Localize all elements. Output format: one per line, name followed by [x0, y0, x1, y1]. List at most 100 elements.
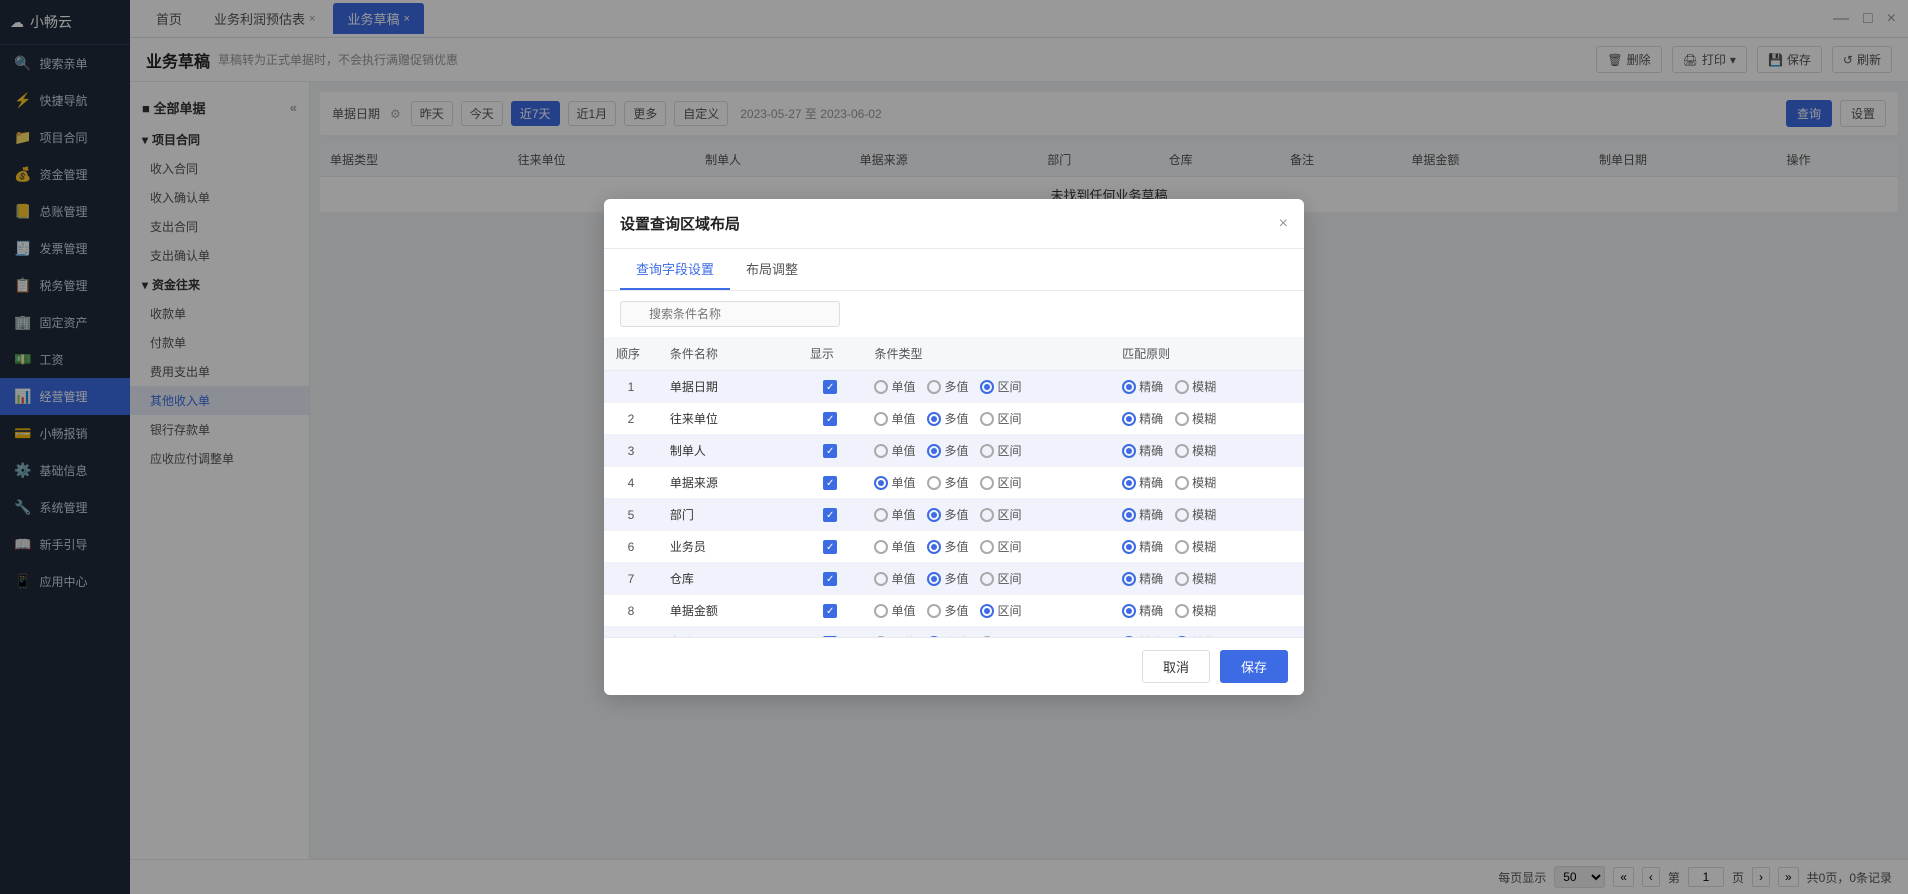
row-match[interactable]: 精确模糊 [1110, 371, 1304, 403]
row-match[interactable]: 精确模糊 [1110, 563, 1304, 595]
row-type[interactable]: 单值多值区间 [862, 403, 1110, 435]
row-type-multi[interactable]: 多值 [927, 538, 968, 555]
row-type-multi[interactable]: 多值 [927, 506, 968, 523]
row-name: 单据来源 [658, 467, 798, 499]
row-match-exact[interactable]: 精确 [1122, 570, 1163, 587]
modal-tab-layout[interactable]: 布局调整 [730, 249, 814, 290]
row-match-exact[interactable]: 精确 [1122, 538, 1163, 555]
row-show-checkbox[interactable]: ✓ [798, 627, 863, 638]
col-header-type: 条件类型 [862, 337, 1110, 371]
modal-close-button[interactable]: × [1279, 215, 1288, 233]
row-match[interactable]: 精确模糊 [1110, 531, 1304, 563]
settings-table-row: 4单据来源✓单值多值区间精确模糊 [604, 467, 1304, 499]
settings-table-row: 8单据金额✓单值多值区间精确模糊 [604, 595, 1304, 627]
row-match[interactable]: 精确模糊 [1110, 403, 1304, 435]
row-match-fuzzy[interactable]: 模糊 [1175, 410, 1216, 427]
row-match-exact[interactable]: 精确 [1122, 602, 1163, 619]
row-match-fuzzy[interactable]: 模糊 [1175, 378, 1216, 395]
row-type-multi[interactable]: 多值 [927, 410, 968, 427]
row-type-single[interactable]: 单值 [874, 602, 915, 619]
row-type-multi[interactable]: 多值 [927, 442, 968, 459]
row-show-checkbox[interactable]: ✓ [798, 403, 863, 435]
row-order: 4 [604, 467, 658, 499]
row-type-multi[interactable]: 多值 [927, 602, 968, 619]
col-header-name: 条件名称 [658, 337, 798, 371]
row-show-checkbox[interactable]: ✓ [798, 435, 863, 467]
settings-table: 顺序 条件名称 显示 条件类型 匹配原则 1单据日期✓单值多值区间精确模糊2往来… [604, 337, 1304, 637]
modal-search-wrap: 🔍 [620, 301, 840, 327]
settings-table-row: 9备注✓单值多值区间精确模糊 [604, 627, 1304, 638]
row-type-single[interactable]: 单值 [874, 570, 915, 587]
row-type[interactable]: 单值多值区间 [862, 371, 1110, 403]
row-type-range[interactable]: 区间 [980, 474, 1021, 491]
row-type-range[interactable]: 区间 [980, 570, 1021, 587]
row-match-exact[interactable]: 精确 [1122, 506, 1163, 523]
row-type[interactable]: 单值多值区间 [862, 435, 1110, 467]
row-type-single[interactable]: 单值 [874, 410, 915, 427]
row-type-range[interactable]: 区间 [980, 442, 1021, 459]
row-match-fuzzy[interactable]: 模糊 [1175, 442, 1216, 459]
row-match-fuzzy[interactable]: 模糊 [1175, 602, 1216, 619]
row-name: 备注 [658, 627, 798, 638]
modal-title: 设置查询区域布局 [620, 213, 740, 234]
modal-search-input[interactable] [620, 301, 840, 327]
row-type[interactable]: 单值多值区间 [862, 467, 1110, 499]
row-type-single[interactable]: 单值 [874, 378, 915, 395]
row-match[interactable]: 精确模糊 [1110, 499, 1304, 531]
row-type[interactable]: 单值多值区间 [862, 531, 1110, 563]
row-show-checkbox[interactable]: ✓ [798, 531, 863, 563]
row-name: 仓库 [658, 563, 798, 595]
row-show-checkbox[interactable]: ✓ [798, 595, 863, 627]
row-show-checkbox[interactable]: ✓ [798, 371, 863, 403]
row-type-range[interactable]: 区间 [980, 602, 1021, 619]
row-name: 往来单位 [658, 403, 798, 435]
row-type[interactable]: 单值多值区间 [862, 595, 1110, 627]
row-type[interactable]: 单值多值区间 [862, 563, 1110, 595]
row-match-fuzzy[interactable]: 模糊 [1175, 538, 1216, 555]
row-match-fuzzy[interactable]: 模糊 [1175, 506, 1216, 523]
row-match[interactable]: 精确模糊 [1110, 627, 1304, 638]
row-match[interactable]: 精确模糊 [1110, 467, 1304, 499]
modal-body: 查询字段设置 布局调整 🔍 顺序 条 [604, 249, 1304, 637]
row-type-multi[interactable]: 多值 [927, 570, 968, 587]
row-type-single[interactable]: 单值 [874, 442, 915, 459]
row-match-exact[interactable]: 精确 [1122, 442, 1163, 459]
settings-table-header: 顺序 条件名称 显示 条件类型 匹配原则 [604, 337, 1304, 371]
row-match-fuzzy[interactable]: 模糊 [1175, 570, 1216, 587]
row-type-multi[interactable]: 多值 [927, 378, 968, 395]
row-name: 单据金额 [658, 595, 798, 627]
modal-tab-query-fields[interactable]: 查询字段设置 [620, 249, 730, 290]
row-type-single[interactable]: 单值 [874, 506, 915, 523]
row-match-exact[interactable]: 精确 [1122, 474, 1163, 491]
row-type[interactable]: 单值多值区间 [862, 499, 1110, 531]
row-type-single[interactable]: 单值 [874, 538, 915, 555]
modal-save-button[interactable]: 保存 [1220, 650, 1288, 683]
row-name: 部门 [658, 499, 798, 531]
row-type-range[interactable]: 区间 [980, 378, 1021, 395]
row-match-fuzzy[interactable]: 模糊 [1175, 474, 1216, 491]
row-type-range[interactable]: 区间 [980, 506, 1021, 523]
row-show-checkbox[interactable]: ✓ [798, 467, 863, 499]
row-match[interactable]: 精确模糊 [1110, 595, 1304, 627]
row-match[interactable]: 精确模糊 [1110, 435, 1304, 467]
row-order: 1 [604, 371, 658, 403]
row-type[interactable]: 单值多值区间 [862, 627, 1110, 638]
modal-header: 设置查询区域布局 × [604, 199, 1304, 249]
settings-table-row: 2往来单位✓单值多值区间精确模糊 [604, 403, 1304, 435]
row-name: 制单人 [658, 435, 798, 467]
row-type-range[interactable]: 区间 [980, 410, 1021, 427]
row-type-range[interactable]: 区间 [980, 538, 1021, 555]
modal-cancel-button[interactable]: 取消 [1142, 650, 1210, 683]
settings-scroll: 顺序 条件名称 显示 条件类型 匹配原则 1单据日期✓单值多值区间精确模糊2往来… [604, 337, 1304, 637]
row-order: 2 [604, 403, 658, 435]
row-type-single[interactable]: 单值 [874, 474, 915, 491]
row-order: 5 [604, 499, 658, 531]
modal-search-area: 🔍 [604, 291, 1304, 337]
row-show-checkbox[interactable]: ✓ [798, 499, 863, 531]
row-match-exact[interactable]: 精确 [1122, 410, 1163, 427]
row-type-multi[interactable]: 多值 [927, 474, 968, 491]
row-order: 9 [604, 627, 658, 638]
row-order: 6 [604, 531, 658, 563]
row-show-checkbox[interactable]: ✓ [798, 563, 863, 595]
row-match-exact[interactable]: 精确 [1122, 378, 1163, 395]
